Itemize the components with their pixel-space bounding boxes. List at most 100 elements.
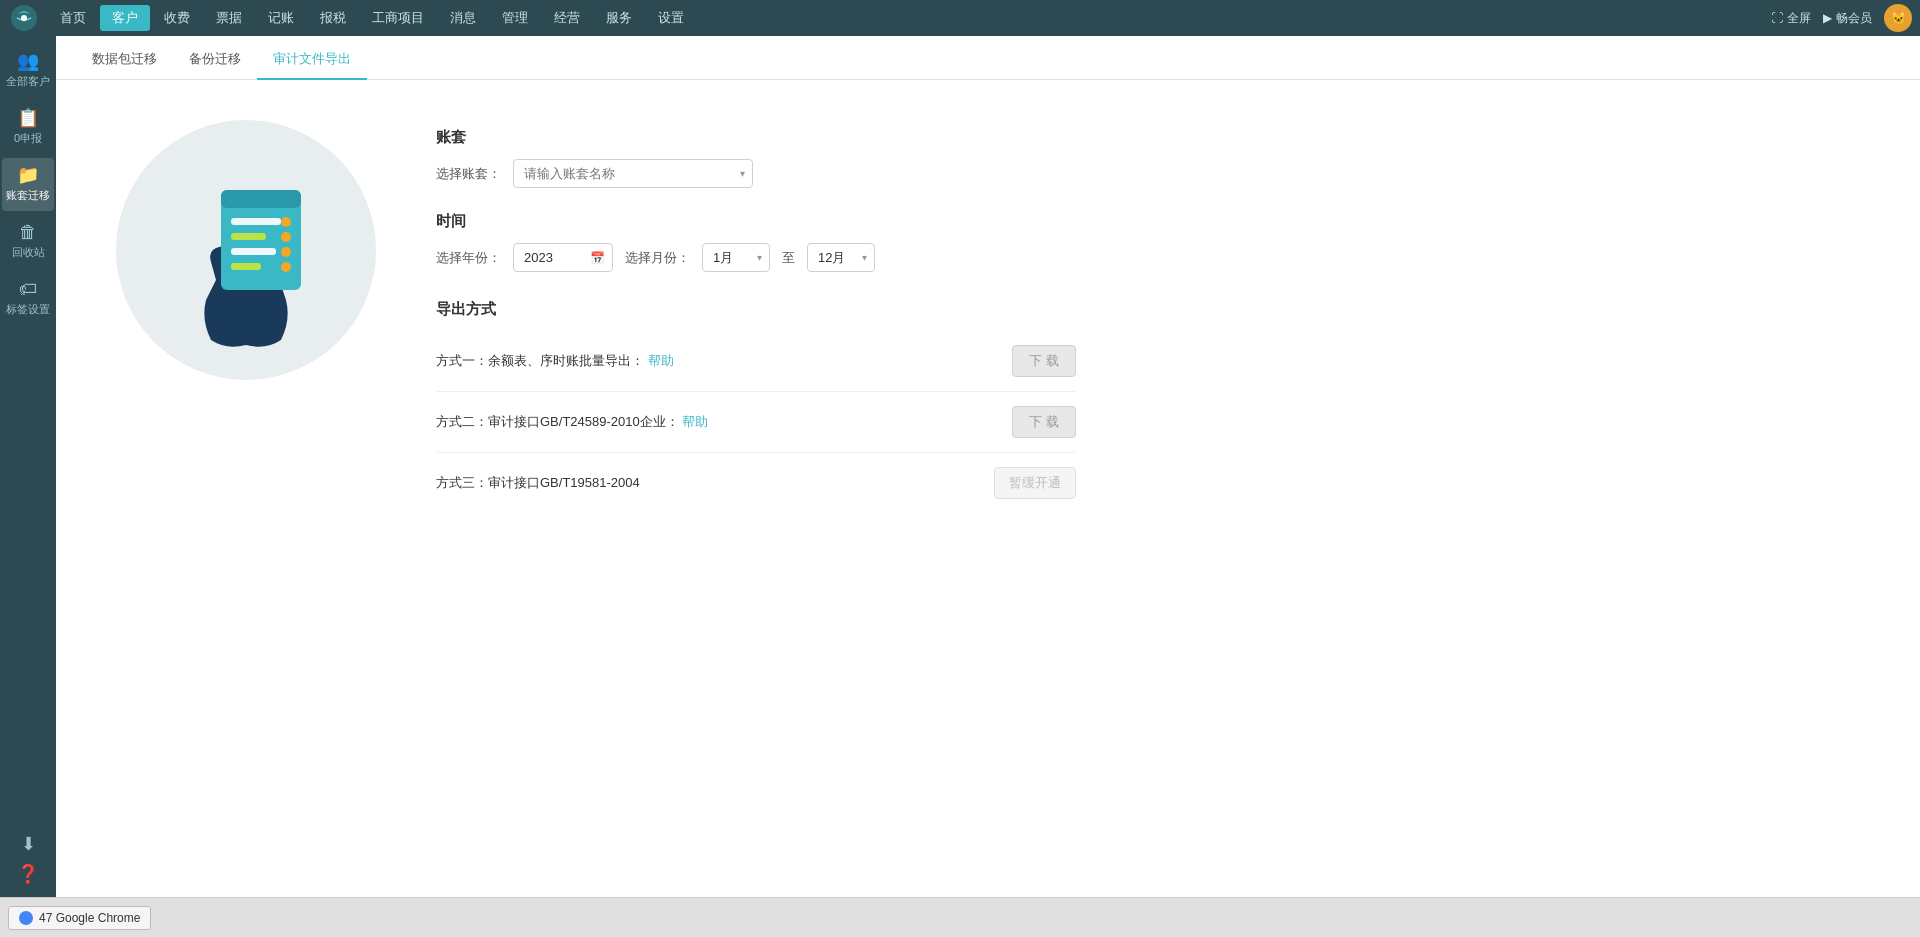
- nav-fee[interactable]: 收费: [152, 5, 202, 31]
- time-section-title: 时间: [436, 212, 1076, 231]
- sidebar-item-zero-report-label: 0申报: [14, 131, 42, 146]
- svg-point-10: [281, 247, 291, 257]
- account-select-wrapper: ▾: [513, 159, 753, 188]
- time-separator: 至: [782, 249, 795, 267]
- export-method-1: 方式一：余额表、序时账批量导出： 帮助 下 载: [436, 331, 1076, 392]
- account-input[interactable]: [513, 159, 753, 188]
- export-method-1-label: 方式一：余额表、序时账批量导出： 帮助: [436, 352, 674, 370]
- nav-right-area: ⛶ 全屏 ▶ 畅会员 🐱: [1771, 4, 1912, 32]
- vip-button[interactable]: ▶ 畅会员: [1823, 10, 1872, 27]
- export-method-2: 方式二：审计接口GB/T24589-2010企业： 帮助 下 载: [436, 392, 1076, 453]
- fullscreen-button[interactable]: ⛶ 全屏: [1771, 10, 1811, 27]
- tabs-bar: 数据包迁移 备份迁移 审计文件导出: [56, 36, 1920, 80]
- export-method-2-text: 方式二：审计接口GB/T24589-2010企业：: [436, 414, 679, 429]
- month-select-label: 选择月份：: [625, 249, 690, 267]
- fullscreen-label: 全屏: [1787, 10, 1811, 27]
- illustration-area: [116, 120, 376, 380]
- form-area: 账套 选择账套： ▾ 时间 选择年份：: [436, 120, 1076, 513]
- sidebar-item-all-customers-label: 全部客户: [6, 74, 50, 89]
- sidebar-item-account-migration-label: 账套迁移: [6, 188, 50, 203]
- nav-settings[interactable]: 设置: [646, 5, 696, 31]
- nav-business[interactable]: 工商项目: [360, 5, 436, 31]
- tab-audit-export[interactable]: 审计文件导出: [257, 40, 367, 80]
- account-migration-icon: 📁: [17, 166, 39, 184]
- sidebar: 👥 全部客户 📋 0申报 📁 账套迁移 🗑 回收站 🏷 标签设置 ⬇ ❓: [0, 36, 56, 897]
- year-input-wrapper: 📅: [513, 243, 613, 272]
- sidebar-item-tag-settings[interactable]: 🏷 标签设置: [2, 272, 54, 325]
- nav-tax[interactable]: 报税: [308, 5, 358, 31]
- all-customers-icon: 👥: [17, 52, 39, 70]
- nav-bookkeeping[interactable]: 记账: [256, 5, 306, 31]
- audit-illustration: [146, 140, 346, 360]
- nav-home[interactable]: 首页: [48, 5, 98, 31]
- account-section: 账套 选择账套： ▾: [436, 128, 1076, 188]
- svg-rect-7: [231, 263, 261, 270]
- taskbar: 47 Google Chrome: [0, 897, 1920, 937]
- sidebar-item-tag-settings-label: 标签设置: [6, 302, 50, 317]
- svg-rect-6: [231, 248, 276, 255]
- sidebar-item-recycle-label: 回收站: [12, 245, 45, 260]
- content-area: 数据包迁移 备份迁移 审计文件导出: [56, 36, 1920, 897]
- fullscreen-icon: ⛶: [1771, 11, 1783, 25]
- main-layout: 👥 全部客户 📋 0申报 📁 账套迁移 🗑 回收站 🏷 标签设置 ⬇ ❓ 数据包…: [0, 36, 1920, 897]
- export-section-title: 导出方式: [436, 300, 1076, 319]
- top-navigation: 首页 客户 收费 票据 记账 报税 工商项目 消息 管理 经营 服务 设置 ⛶ …: [0, 0, 1920, 36]
- tab-backup-migration[interactable]: 备份迁移: [173, 40, 257, 80]
- svg-rect-4: [231, 218, 281, 225]
- sidebar-help-icon[interactable]: ❓: [17, 863, 39, 885]
- export-method-2-help-link[interactable]: 帮助: [682, 414, 708, 429]
- sidebar-item-zero-report[interactable]: 📋 0申报: [2, 101, 54, 154]
- sidebar-item-account-migration[interactable]: 📁 账套迁移: [2, 158, 54, 211]
- app-logo[interactable]: [8, 2, 40, 34]
- sidebar-item-all-customers[interactable]: 👥 全部客户: [2, 44, 54, 97]
- tag-settings-icon: 🏷: [19, 280, 37, 298]
- export-method-1-download-button[interactable]: 下 载: [1012, 345, 1076, 377]
- year-input[interactable]: [513, 243, 613, 272]
- svg-rect-5: [231, 233, 266, 240]
- export-method-1-text: 方式一：余额表、序时账批量导出：: [436, 353, 644, 368]
- illustration-circle: [116, 120, 376, 380]
- time-section: 时间 选择年份： 📅 选择月份： 1月2月3月4月 5月6月7月8月: [436, 212, 1076, 272]
- month-from-wrapper: 1月2月3月4月 5月6月7月8月 9月10月11月12月 ▾: [702, 243, 770, 272]
- vip-label: 畅会员: [1836, 10, 1872, 27]
- svg-point-11: [281, 262, 291, 272]
- time-form-row: 选择年份： 📅 选择月份： 1月2月3月4月 5月6月7月8月 9月10月11月…: [436, 243, 1076, 272]
- recycle-icon: 🗑: [19, 223, 37, 241]
- export-method-3-text: 方式三：审计接口GB/T19581-2004: [436, 475, 640, 490]
- nav-service[interactable]: 服务: [594, 5, 644, 31]
- export-method-2-download-button[interactable]: 下 载: [1012, 406, 1076, 438]
- nav-message[interactable]: 消息: [438, 5, 488, 31]
- nav-operation[interactable]: 经营: [542, 5, 592, 31]
- sidebar-bottom-area: ⬇ ❓: [17, 833, 39, 897]
- export-method-3-label: 方式三：审计接口GB/T19581-2004: [436, 474, 640, 492]
- nav-customer[interactable]: 客户: [100, 5, 150, 31]
- svg-point-1: [21, 15, 27, 21]
- taskbar-chrome-label: 47 Google Chrome: [39, 911, 140, 925]
- taskbar-chrome[interactable]: 47 Google Chrome: [8, 906, 151, 930]
- export-method-1-help-link[interactable]: 帮助: [648, 353, 674, 368]
- month-to-select[interactable]: 1月2月3月4月 5月6月7月8月 9月10月11月 12月: [807, 243, 875, 272]
- vip-icon: ▶: [1823, 11, 1832, 25]
- user-avatar[interactable]: 🐱: [1884, 4, 1912, 32]
- svg-point-9: [281, 232, 291, 242]
- nav-menu: 首页 客户 收费 票据 记账 报税 工商项目 消息 管理 经营 服务 设置: [48, 5, 1771, 31]
- tab-data-migration[interactable]: 数据包迁移: [76, 40, 173, 80]
- export-method-2-label: 方式二：审计接口GB/T24589-2010企业： 帮助: [436, 413, 708, 431]
- sidebar-item-recycle[interactable]: 🗑 回收站: [2, 215, 54, 268]
- account-form-row: 选择账套： ▾: [436, 159, 1076, 188]
- svg-rect-3: [221, 190, 301, 208]
- export-method-3-coming-soon-button: 暂缓开通: [994, 467, 1076, 499]
- year-select-label: 选择年份：: [436, 249, 501, 267]
- account-select-label: 选择账套：: [436, 165, 501, 183]
- page-content: 账套 选择账套： ▾ 时间 选择年份：: [56, 80, 1920, 897]
- chrome-icon: [19, 911, 33, 925]
- nav-manage[interactable]: 管理: [490, 5, 540, 31]
- export-section: 导出方式 方式一：余额表、序时账批量导出： 帮助 下 载 方式二：审计接口GB/…: [436, 300, 1076, 513]
- month-to-wrapper: 1月2月3月4月 5月6月7月8月 9月10月11月 12月 ▾: [807, 243, 875, 272]
- account-section-title: 账套: [436, 128, 1076, 147]
- sidebar-download-icon[interactable]: ⬇: [21, 833, 36, 855]
- nav-invoice[interactable]: 票据: [204, 5, 254, 31]
- export-method-3: 方式三：审计接口GB/T19581-2004 暂缓开通: [436, 453, 1076, 513]
- month-from-select[interactable]: 1月2月3月4月 5月6月7月8月 9月10月11月12月: [702, 243, 770, 272]
- zero-report-icon: 📋: [17, 109, 39, 127]
